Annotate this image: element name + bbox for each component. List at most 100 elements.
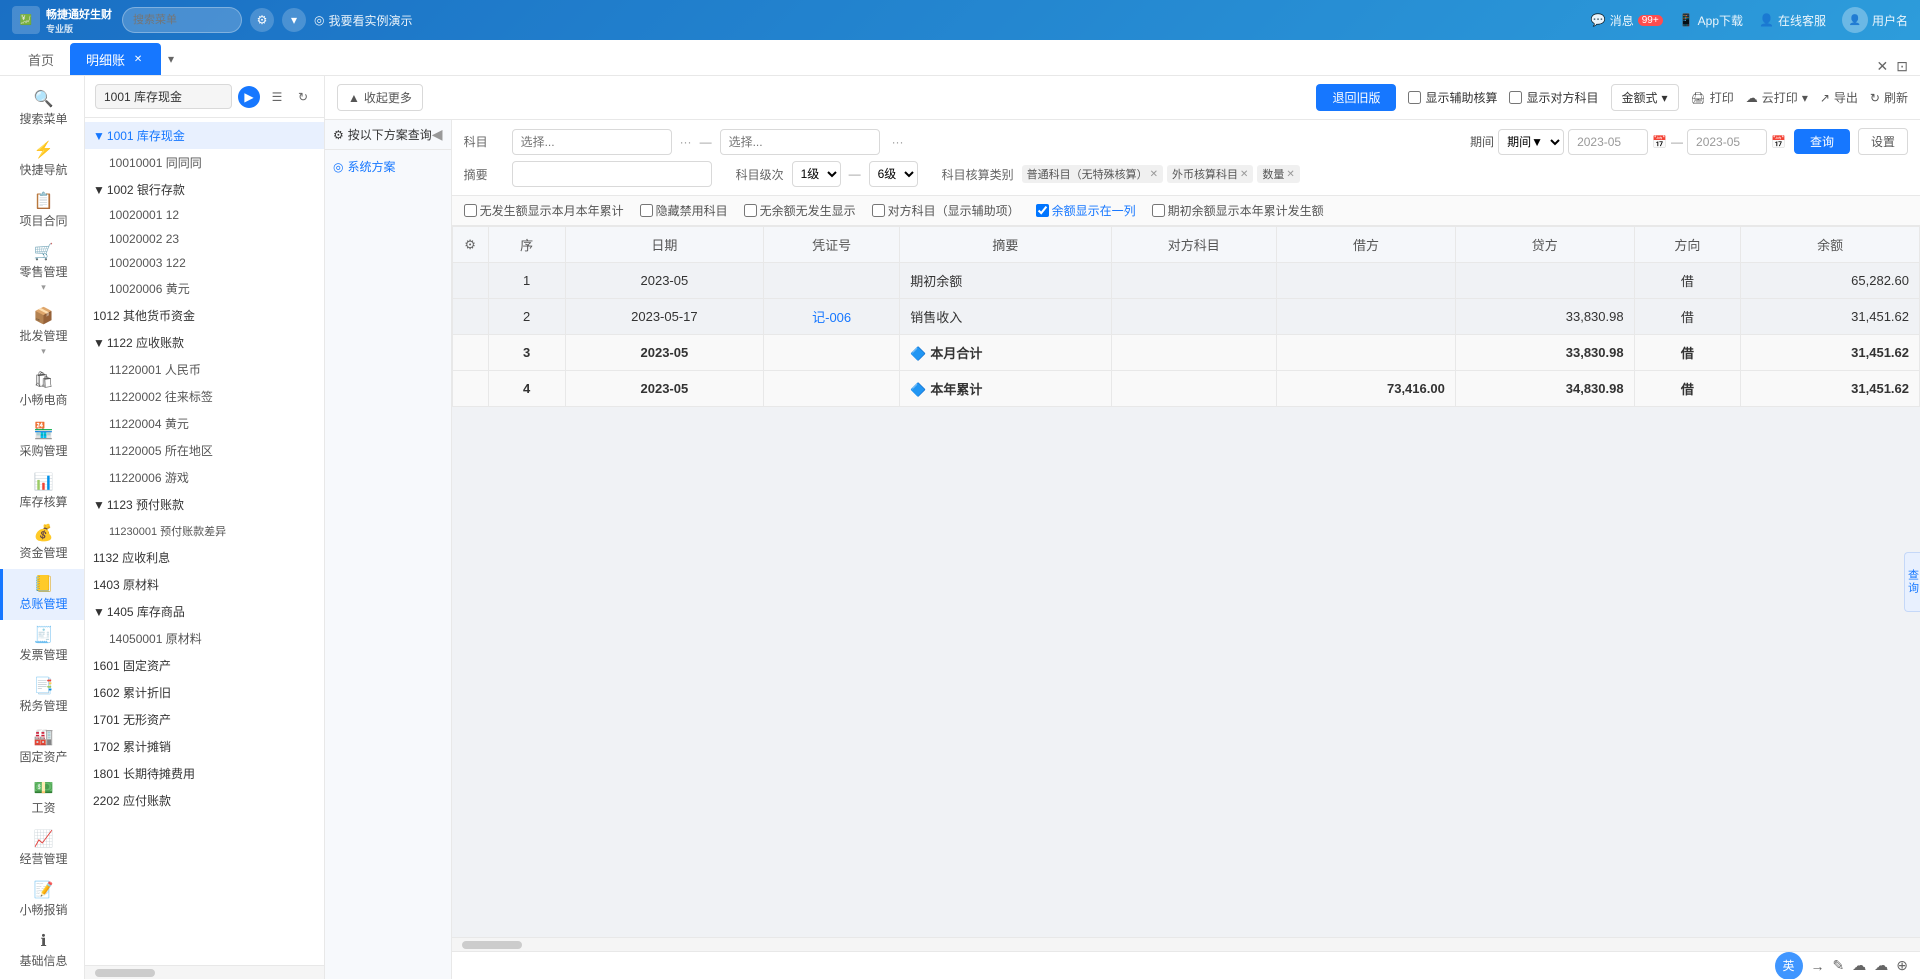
- sidebar-item-ledger[interactable]: 📒 总账管理: [0, 569, 84, 620]
- option-single-row-input[interactable]: [1036, 204, 1049, 217]
- option-contra[interactable]: 对方科目（显示辅助项）: [872, 202, 1020, 219]
- menu-search-input[interactable]: [122, 7, 242, 33]
- account-tree-item-1601[interactable]: 1601 固定资产: [85, 652, 324, 679]
- sidebar-item-salary[interactable]: 💵 工资: [0, 773, 84, 824]
- account-tree-item-11230001[interactable]: 11230001 预付账款差异: [85, 518, 324, 544]
- tab-detail-close[interactable]: ✕: [131, 52, 145, 66]
- sidebar-item-retail[interactable]: 🛒 零售管理 ▾: [0, 237, 84, 301]
- account-tree-item-1702[interactable]: 1702 累计摊销: [85, 733, 324, 760]
- account-tree-item-1132[interactable]: 1132 应收利息: [85, 544, 324, 571]
- subject-more-icon[interactable]: ···: [680, 135, 692, 149]
- horizontal-scrollbar[interactable]: [452, 937, 1920, 951]
- settings-icon[interactable]: ⚙: [250, 8, 274, 32]
- table-settings-icon[interactable]: ⚙: [464, 237, 476, 252]
- edit-button[interactable]: ✎: [1833, 957, 1845, 974]
- dropdown-icon[interactable]: ▾: [282, 8, 306, 32]
- expand-more-button[interactable]: ▲ 收起更多: [337, 84, 423, 111]
- show-aux-input[interactable]: [1408, 91, 1421, 104]
- account-tree-item-1602[interactable]: 1602 累计折旧: [85, 679, 324, 706]
- level-to-select[interactable]: 6级: [869, 161, 918, 187]
- account-tree-item-1002[interactable]: ▼1002 银行存款: [85, 176, 324, 203]
- demo-link[interactable]: ◎ 我要看实例演示: [314, 12, 413, 29]
- category-tag-foreign-close[interactable]: ✕: [1240, 169, 1248, 180]
- format-dropdown[interactable]: 金额式 ▾: [1611, 84, 1679, 111]
- voucher-link-2[interactable]: 记-006: [812, 310, 851, 325]
- cloud-button-1[interactable]: ☁: [1852, 957, 1866, 974]
- calendar-from-icon[interactable]: 📅: [1652, 135, 1667, 149]
- arrow-button[interactable]: →: [1811, 958, 1825, 974]
- account-refresh-icon[interactable]: ↻: [292, 86, 314, 108]
- sidebar-item-quick-nav[interactable]: ⚡ 快捷导航: [0, 135, 84, 186]
- account-selector[interactable]: 1001 库存现金: [95, 84, 232, 109]
- tab-home[interactable]: 首页: [12, 43, 70, 75]
- option-hide-disabled[interactable]: 隐藏禁用科目: [640, 202, 728, 219]
- option-no-occurrence-input[interactable]: [464, 204, 477, 217]
- account-tree-item-1701[interactable]: 1701 无形资产: [85, 706, 324, 733]
- option-single-row[interactable]: 余额显示在一列: [1036, 202, 1136, 219]
- settings-button[interactable]: 设置: [1858, 128, 1908, 155]
- account-tree-item-1123[interactable]: ▼1123 预付账款: [85, 491, 324, 518]
- option-opening[interactable]: 期初余额显示本年累计发生额: [1152, 202, 1324, 219]
- show-contra-checkbox[interactable]: 显示对方科目: [1509, 89, 1598, 106]
- period-from-input[interactable]: [1568, 129, 1648, 155]
- subject-to-input[interactable]: [720, 129, 880, 155]
- account-tree-item-10020003[interactable]: 10020003 122: [85, 251, 324, 275]
- period-to-input[interactable]: [1687, 129, 1767, 155]
- return-old-version-button[interactable]: 退回旧版: [1316, 84, 1396, 111]
- subject-to-more-icon[interactable]: ···: [892, 135, 904, 149]
- account-tree-item-11220004[interactable]: 11220004 黄元: [85, 410, 324, 437]
- category-tag-quantity-close[interactable]: ✕: [1286, 169, 1294, 180]
- show-aux-checkbox[interactable]: 显示辅助核算: [1408, 89, 1497, 106]
- sidebar-item-purchase[interactable]: 🏪 采购管理: [0, 416, 84, 467]
- subject-input[interactable]: [512, 129, 672, 155]
- side-query-button[interactable]: 查询: [1904, 552, 1920, 612]
- account-tree-item-1122[interactable]: ▼1122 应收账款: [85, 329, 324, 356]
- account-forward-button[interactable]: ▶: [238, 86, 260, 108]
- option-opening-input[interactable]: [1152, 204, 1165, 217]
- tab-detail[interactable]: 明细账 ✕: [70, 43, 161, 75]
- account-tree-item-1403[interactable]: 1403 原材料: [85, 571, 324, 598]
- show-contra-input[interactable]: [1509, 91, 1522, 104]
- sidebar-item-invoice[interactable]: 🧾 发票管理: [0, 620, 84, 671]
- account-tree-item-10020006[interactable]: 10020006 黄元: [85, 275, 324, 302]
- sidebar-item-ecommerce[interactable]: 🛍 小畅电商: [0, 365, 84, 416]
- sidebar-item-tax[interactable]: 📑 税务管理: [0, 671, 84, 722]
- account-tree-item-1405[interactable]: ▼1405 库存商品: [85, 598, 324, 625]
- sidebar-item-basic-info[interactable]: ℹ 基础信息: [0, 926, 84, 977]
- account-tree-item-11220001[interactable]: 11220001 人民币: [85, 356, 324, 383]
- sidebar-item-fixed-assets[interactable]: 🏭 固定资产: [0, 722, 84, 773]
- sidebar-item-inventory[interactable]: 📊 库存核算: [0, 467, 84, 518]
- account-tree-item-11220005[interactable]: 11220005 所在地区: [85, 437, 324, 464]
- account-tree-item-2202[interactable]: 2202 应付账款: [85, 787, 324, 814]
- export-button[interactable]: ↗ 导出: [1820, 89, 1858, 106]
- account-tree-item-14050001[interactable]: 14050001 原材料: [85, 625, 324, 652]
- account-tree-scrollbar[interactable]: [85, 965, 324, 979]
- account-tree-item-1001[interactable]: ▼1001 库存现金: [85, 122, 324, 149]
- period-type-select[interactable]: 期间▼: [1498, 129, 1564, 155]
- maximize-icon[interactable]: ⊡: [1896, 58, 1908, 75]
- user-menu[interactable]: 👤 用户名: [1842, 7, 1908, 33]
- app-download-button[interactable]: 📱 App下载: [1679, 12, 1743, 29]
- period-type-selector[interactable]: 期间▼: [1498, 129, 1564, 155]
- account-tree-item-11220006[interactable]: 11220006 游戏: [85, 464, 324, 491]
- cloud-print-button[interactable]: ☁ 云打印 ▾: [1746, 89, 1808, 106]
- sidebar-item-wholesale[interactable]: 📦 批发管理 ▾: [0, 301, 84, 365]
- account-tree-item-11220002[interactable]: 11220002 往来标签: [85, 383, 324, 410]
- add-button[interactable]: ⊕: [1896, 957, 1908, 974]
- option-contra-input[interactable]: [872, 204, 885, 217]
- option-no-balance-input[interactable]: [744, 204, 757, 217]
- query-button[interactable]: 查询: [1794, 129, 1850, 154]
- close-window-icon[interactable]: ✕: [1877, 58, 1889, 75]
- option-hide-disabled-input[interactable]: [640, 204, 653, 217]
- online-service-button[interactable]: 👤 在线客服: [1759, 12, 1826, 29]
- sidebar-item-project[interactable]: 📋 项目合同: [0, 186, 84, 237]
- category-tag-normal-close[interactable]: ✕: [1150, 169, 1158, 180]
- translate-button[interactable]: 英: [1775, 952, 1803, 979]
- calendar-to-icon[interactable]: 📅: [1771, 135, 1786, 149]
- filter-collapse-button[interactable]: ◀: [432, 126, 443, 143]
- cloud-button-2[interactable]: ☁: [1874, 957, 1888, 974]
- account-tree-item-10010001[interactable]: 10010001 同同同: [85, 149, 324, 176]
- print-button[interactable]: 🖨 打印: [1691, 89, 1734, 106]
- option-no-balance[interactable]: 无余额无发生显示: [744, 202, 856, 219]
- level-from-select[interactable]: 1级: [792, 161, 841, 187]
